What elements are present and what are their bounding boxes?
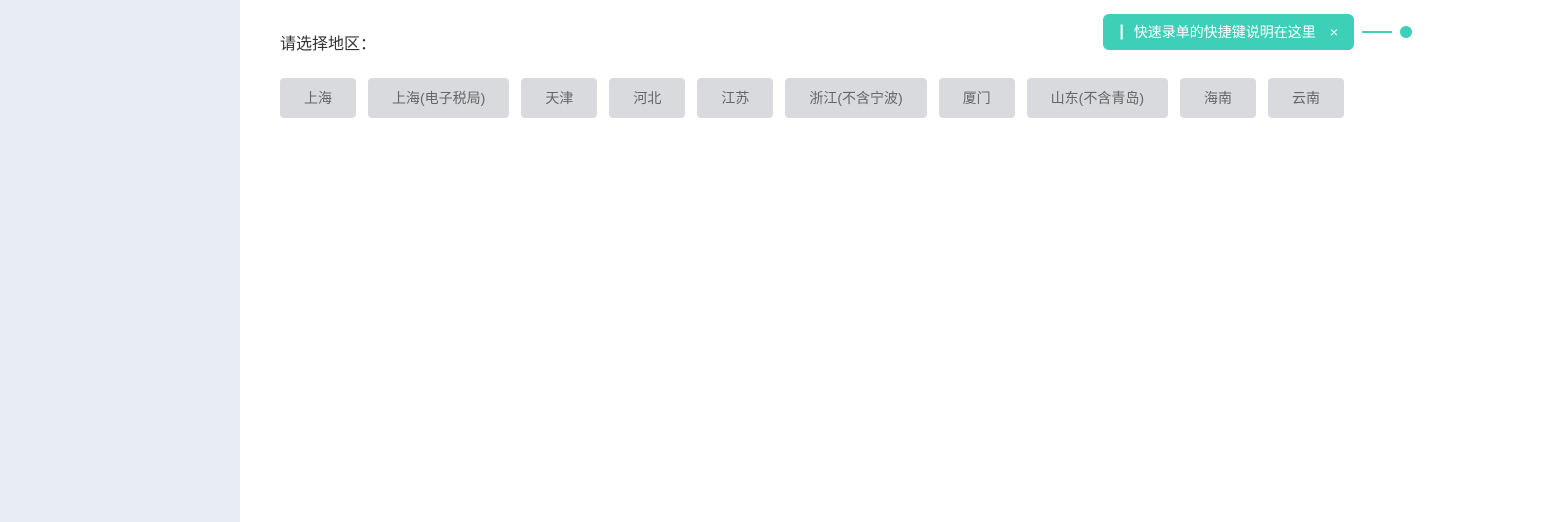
tooltip-bubble: 快速录单的快捷键说明在这里 × xyxy=(1103,14,1354,50)
tooltip-line xyxy=(1362,31,1392,33)
region-button[interactable]: 云南 xyxy=(1268,78,1344,118)
tooltip-container: 快速录单的快捷键说明在这里 × xyxy=(1103,14,1412,50)
region-button[interactable]: 浙江(不含宁波) xyxy=(785,78,926,118)
region-button[interactable]: 上海 xyxy=(280,78,356,118)
region-button[interactable]: 海南 xyxy=(1180,78,1256,118)
region-button[interactable]: 山东(不含青岛) xyxy=(1027,78,1168,118)
tooltip-dot xyxy=(1400,26,1412,38)
tooltip-close-button[interactable]: × xyxy=(1330,24,1338,40)
region-button[interactable]: 河北 xyxy=(609,78,685,118)
tooltip-text: 快速录单的快捷键说明在这里 xyxy=(1134,22,1316,42)
region-grid: 上海上海(电子税局) 天津河北江苏浙江(不含宁波) 厦门山东(不含青岛) 海南云南 xyxy=(280,78,1522,118)
region-button[interactable]: 江苏 xyxy=(697,78,773,118)
region-button[interactable]: 厦门 xyxy=(939,78,1015,118)
region-button[interactable]: 天津 xyxy=(521,78,597,118)
main-content: 快速录单的快捷键说明在这里 × 请选择地区： 上海上海(电子税局)天津河北江苏浙… xyxy=(240,0,1562,522)
sidebar xyxy=(0,0,240,522)
region-button[interactable]: 上海(电子税局) xyxy=(368,78,509,118)
